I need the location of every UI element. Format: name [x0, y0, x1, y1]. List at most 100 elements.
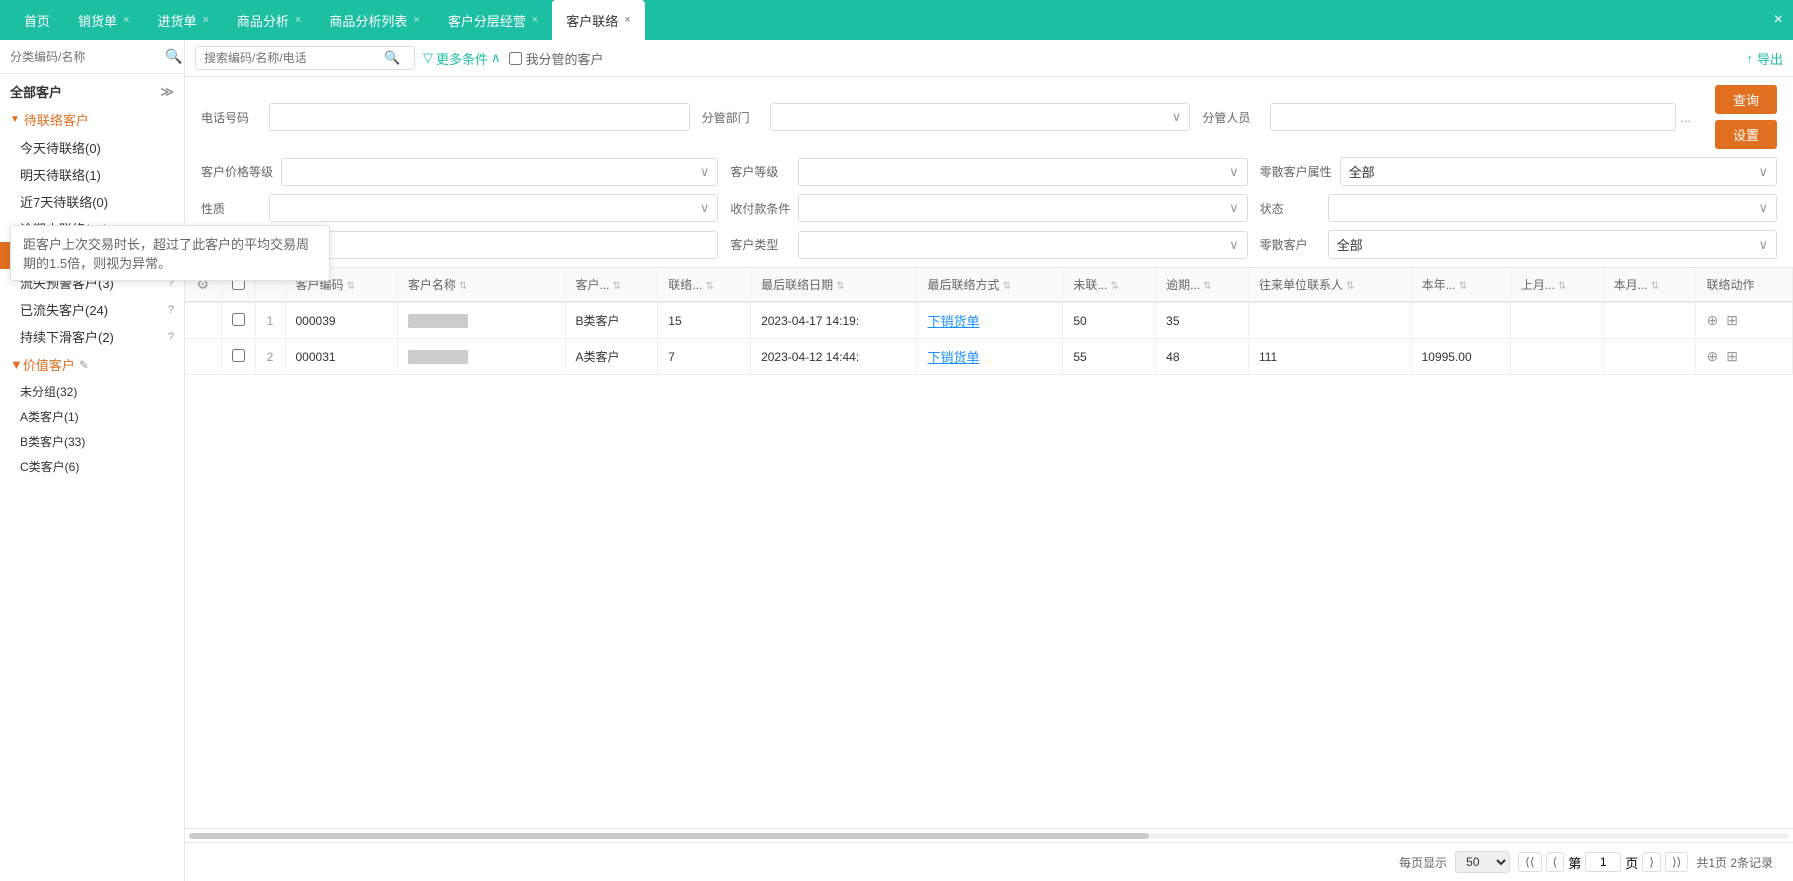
status-label: 状态: [1260, 200, 1320, 217]
nav-purchase-order[interactable]: 进货单 ×: [143, 0, 222, 40]
table-header-this-month: 本月...⇅: [1603, 268, 1696, 302]
nav-product-analysis-list[interactable]: 商品分析列表 ×: [315, 0, 433, 40]
nav-home[interactable]: 首页: [10, 0, 64, 40]
per-page-select[interactable]: 50 100 200: [1455, 851, 1510, 873]
query-button[interactable]: 查询: [1715, 85, 1777, 114]
horizontal-scrollbar[interactable]: [185, 828, 1793, 842]
sidebar-item-today[interactable]: 今天待联络(0): [0, 134, 184, 161]
payment-arrow: ∨: [1229, 200, 1239, 216]
dept-input[interactable]: ∨: [770, 103, 1191, 131]
field-payment: 收付款条件 ∨: [730, 194, 1247, 222]
row2-this-month: [1603, 339, 1696, 375]
row1-link-icon[interactable]: ⊕: [1706, 312, 1718, 329]
row2-action: ⊕ ⊞: [1696, 339, 1793, 375]
sidebar-item-a-class[interactable]: A类客户(1): [0, 404, 184, 429]
next-page-btn[interactable]: ⟩: [1642, 852, 1661, 872]
filter-row-2: 客户价格等级 ∨ 客户等级 ∨ 零散客户属性 全部: [201, 157, 1777, 186]
nav-customer-layering[interactable]: 客户分层经营 ×: [434, 0, 552, 40]
row1-name: [397, 302, 565, 339]
window-close-button[interactable]: ×: [1774, 11, 1783, 29]
sort-icon-type: ⇅: [613, 281, 621, 292]
row2-type: A类客户: [565, 339, 658, 375]
sidebar-item-c-class[interactable]: C类客户(6): [0, 454, 184, 479]
tooltip-box: 距客户上次交易时长，超过了此客户的平均交易周期的1.5倍，则视为异常。: [10, 225, 330, 281]
nature-input[interactable]: ∨: [269, 194, 718, 222]
row2-link-icon[interactable]: ⊕: [1706, 348, 1718, 365]
page-prefix-label: 第: [1568, 853, 1581, 872]
prev-page-btn[interactable]: ⟨: [1546, 852, 1565, 872]
first-page-btn[interactable]: ⟨⟨: [1518, 852, 1541, 872]
row2-last-method: 下销货单: [917, 339, 1063, 375]
row2-this-year: 10995.00: [1411, 339, 1510, 375]
row2-gear: [185, 339, 221, 375]
payment-label: 收付款条件: [730, 200, 790, 217]
row1-qr-icon[interactable]: ⊞: [1726, 312, 1738, 329]
sidebar-item-b-class[interactable]: B类客户(33): [0, 429, 184, 454]
table-header-overdue: 逾期...⇅: [1156, 268, 1249, 302]
retail-attr-input[interactable]: 全部 ∨: [1340, 157, 1777, 186]
field-customer-level: 客户等级 ∨: [730, 158, 1247, 186]
sidebar-item-ungrouped[interactable]: 未分组(32): [0, 379, 184, 404]
table-header-not-contacted: 未联...⇅: [1063, 268, 1156, 302]
nav-customer-contact[interactable]: 客户联络 ×: [552, 0, 644, 40]
field-manager: 分管人员 ...: [1202, 103, 1691, 131]
manager-dots[interactable]: ...: [1680, 110, 1691, 125]
search-input[interactable]: [204, 51, 384, 65]
page-number-input[interactable]: [1585, 852, 1621, 872]
customer-type-input[interactable]: ∨: [798, 231, 1247, 259]
sort-icon-lastdate: ⇅: [836, 281, 844, 292]
more-conditions-btn[interactable]: ▽ 更多条件 ∧: [423, 49, 501, 68]
row1-select-checkbox[interactable]: [232, 313, 245, 326]
export-icon: ↑: [1746, 51, 1753, 66]
retail-customer-input[interactable]: 全部 ∨: [1328, 230, 1777, 259]
close-customer-layering[interactable]: ×: [532, 14, 538, 26]
my-customers-filter[interactable]: 我分管的客户: [509, 49, 604, 68]
triangle-value-icon: ▼: [10, 357, 23, 372]
table-header-name: 客户名称⇅: [397, 268, 565, 302]
nav-product-analysis[interactable]: 商品分析 ×: [223, 0, 315, 40]
search-icon[interactable]: 🔍: [384, 50, 400, 66]
phone-input[interactable]: [269, 103, 690, 131]
sidebar-item-tomorrow[interactable]: 明天待联络(1): [0, 161, 184, 188]
value-edit-icon[interactable]: ✎: [79, 358, 89, 372]
table-header-last-date: 最后联络日期⇅: [751, 268, 917, 302]
filter-row-1: 电话号码 分管部门 ∨ 分管人员 ...: [201, 85, 1777, 149]
payment-input[interactable]: ∨: [798, 194, 1247, 222]
top-nav: 首页 销货单 × 进货单 × 商品分析 × 商品分析列表 × 客户分层经营 × …: [0, 0, 1793, 40]
export-button[interactable]: ↑ 导出: [1746, 49, 1783, 68]
filter-row-4: ... 客户类型 ∨ 零散客户 全部 ∨: [201, 230, 1777, 259]
triangle-icon: ▼: [10, 114, 20, 125]
nav-sales-order[interactable]: 销货单 ×: [64, 0, 143, 40]
status-input[interactable]: ∨: [1328, 194, 1777, 222]
sidebar-item-7days[interactable]: 近7天待联络(0): [0, 188, 184, 215]
customer-level-input[interactable]: ∨: [798, 158, 1247, 186]
sort-icon-name: ⇅: [459, 281, 467, 292]
table-header-action: 联络动作: [1696, 268, 1793, 302]
retail-customer-label: 零散客户: [1260, 236, 1320, 253]
sidebar-group-pending[interactable]: ▼ 待联络客户: [0, 105, 184, 134]
row1-action: ⊕ ⊞: [1696, 302, 1793, 339]
my-customers-checkbox[interactable]: [509, 52, 522, 65]
rc-arrow: ∨: [1758, 237, 1768, 253]
sidebar-item-churned[interactable]: 已流失客户(24) ?: [0, 296, 184, 323]
row2-select-checkbox[interactable]: [232, 349, 245, 362]
close-sales-order[interactable]: ×: [123, 14, 129, 26]
row2-code: 000031: [285, 339, 397, 375]
sort-icon-lastmethod: ⇅: [1003, 281, 1011, 292]
close-product-analysis[interactable]: ×: [295, 14, 301, 26]
sidebar-collapse-btn[interactable]: ≫: [160, 84, 174, 100]
sidebar-value-group-title[interactable]: ▼ 价值客户 ✎: [0, 350, 184, 379]
settings-button[interactable]: 设置: [1715, 120, 1777, 149]
close-product-analysis-list[interactable]: ×: [413, 14, 419, 26]
sidebar-item-declining[interactable]: 持续下滑客户(2) ?: [0, 323, 184, 350]
sidebar-search-input[interactable]: [10, 50, 165, 64]
help-icon-declining: ?: [168, 331, 174, 343]
price-level-input[interactable]: ∨: [281, 158, 718, 186]
close-customer-contact[interactable]: ×: [624, 14, 630, 26]
sidebar-search-icon[interactable]: 🔍: [165, 48, 182, 65]
row2-qr-icon[interactable]: ⊞: [1726, 348, 1738, 365]
close-purchase-order[interactable]: ×: [202, 14, 208, 26]
customer-type-label: 客户类型: [730, 236, 790, 253]
manager-input[interactable]: [1270, 103, 1676, 131]
last-page-btn[interactable]: ⟩⟩: [1665, 852, 1688, 872]
